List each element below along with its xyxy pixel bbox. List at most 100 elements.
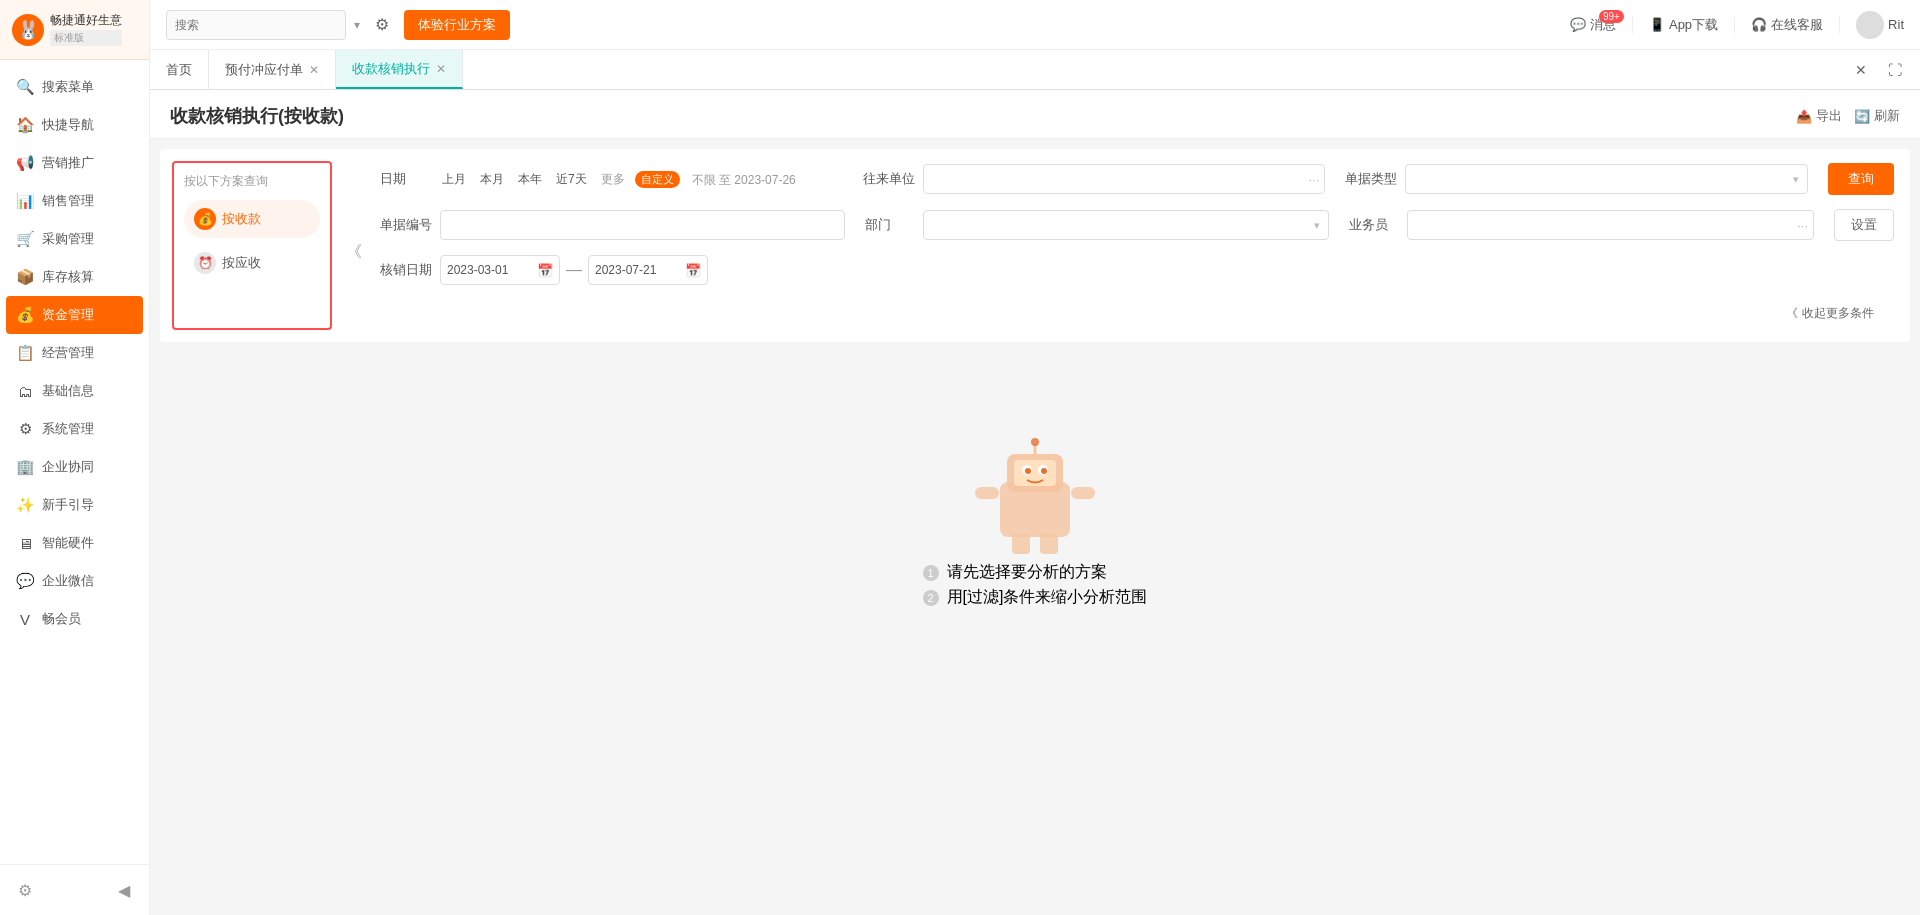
- sidebar-item-operation[interactable]: 📋 经营管理: [0, 334, 149, 372]
- nav-label-guide: 新手引导: [42, 496, 94, 514]
- dept-select[interactable]: ▾: [923, 210, 1330, 240]
- date-this-year-btn[interactable]: 本年: [514, 169, 546, 190]
- nav-icon-guide: ✨: [16, 496, 34, 514]
- header-search-input[interactable]: [166, 10, 346, 40]
- nav-label-enterprise: 企业协同: [42, 458, 94, 476]
- tab-receipt-verify-close[interactable]: ✕: [436, 62, 446, 76]
- page-title-bar: 收款核销执行(按收款) 📤 导出 🔄 刷新: [150, 90, 1920, 139]
- sidebar-item-quick-nav[interactable]: 🏠 快捷导航: [0, 106, 149, 144]
- counterpart-field: 往来单位 ···: [863, 164, 1326, 194]
- online-service-btn[interactable]: 🎧 在线客服: [1751, 16, 1823, 34]
- doc-type-select[interactable]: ▾: [1405, 164, 1808, 194]
- by-receipt-icon: 💰: [194, 208, 216, 230]
- sidebar-item-system[interactable]: ⚙ 系统管理: [0, 410, 149, 448]
- sidebar-nav: 🔍 搜索菜单 🏠 快捷导航 📢 营销推广 📊 销售管理 🛒 采购管理 📦 库存核…: [0, 60, 149, 864]
- sidebar-item-search[interactable]: 🔍 搜索菜单: [0, 68, 149, 106]
- date-shortcuts: 上月 本月 本年 近7天 更多 自定义 不限 至 2023-07-26: [438, 169, 796, 190]
- filter-by-receipt[interactable]: 💰 按收款: [184, 200, 320, 238]
- verify-date-label: 核销日期: [380, 261, 432, 279]
- sidebar-item-enterprise[interactable]: 🏢 企业协同: [0, 448, 149, 486]
- industry-btn[interactable]: 体验行业方案: [404, 10, 510, 40]
- verify-date-end-value: 2023-07-21: [595, 263, 656, 277]
- sidebar-item-marketing[interactable]: 📢 营销推广: [0, 144, 149, 182]
- nav-label-quick-nav: 快捷导航: [42, 116, 94, 134]
- svg-rect-9: [1012, 534, 1030, 554]
- nav-label-finance: 资金管理: [42, 306, 94, 324]
- setting-btn[interactable]: 设置: [1834, 209, 1894, 241]
- staff-input[interactable]: [1407, 210, 1814, 240]
- nav-icon-search: 🔍: [16, 78, 34, 96]
- verify-date-end-input[interactable]: 2023-07-21 📅: [588, 255, 708, 285]
- svg-rect-8: [1071, 487, 1095, 499]
- counterpart-label: 往来单位: [863, 170, 915, 188]
- tab-prepay-close[interactable]: ✕: [309, 63, 319, 77]
- doc-type-field: 单据类型 ▾: [1345, 164, 1808, 194]
- logo-text-group: 畅捷通好生意 标准版: [50, 13, 122, 47]
- nav-icon-hardware: 🖥: [16, 534, 34, 552]
- staff-input-wrap: ···: [1407, 210, 1814, 240]
- counterpart-input[interactable]: [923, 164, 1326, 194]
- nav-label-marketing: 营销推广: [42, 154, 94, 172]
- doc-no-input[interactable]: [440, 210, 845, 240]
- doc-no-field: 单据编号: [380, 210, 845, 240]
- verify-date-field: 核销日期 2023-03-01 📅 — 2023-07-21 📅: [380, 255, 1894, 285]
- user-avatar: [1856, 11, 1884, 39]
- messages-btn[interactable]: 💬 消息 99+: [1570, 16, 1616, 34]
- nav-icon-marketing: 📢: [16, 154, 34, 172]
- date-this-month-btn[interactable]: 本月: [476, 169, 508, 190]
- collapse-sidebar-icon[interactable]: ◀: [109, 875, 139, 905]
- sidebar-item-finance[interactable]: 💰 资金管理: [6, 296, 143, 334]
- export-btn[interactable]: 📤 导出: [1796, 107, 1842, 125]
- empty-num-1: 1: [923, 565, 939, 581]
- header-dropdown-icon[interactable]: ▾: [354, 18, 360, 32]
- user-info[interactable]: Rit: [1856, 11, 1904, 39]
- date-7days-btn[interactable]: 近7天: [552, 169, 591, 190]
- collapse-icon: 《: [1786, 305, 1798, 322]
- tab-prepay-label: 预付冲应付单: [225, 61, 303, 79]
- doc-no-input-wrap: [440, 210, 845, 240]
- date-custom-badge[interactable]: 自定义: [635, 171, 680, 188]
- dept-label: 部门: [865, 216, 915, 234]
- nav-icon-quick-nav: 🏠: [16, 116, 34, 134]
- sidebar-item-basic[interactable]: 🗂 基础信息: [0, 372, 149, 410]
- app-download-icon: 📱: [1649, 17, 1665, 32]
- tab-prepay[interactable]: 预付冲应付单 ✕: [209, 50, 336, 89]
- app-tag: 标准版: [50, 30, 122, 46]
- svg-point-6: [1041, 468, 1047, 474]
- sidebar-item-wechat[interactable]: 💬 企业微信: [0, 562, 149, 600]
- collapse-more-btn[interactable]: 《 收起更多条件: [380, 299, 1894, 328]
- app-download-label: App下载: [1669, 16, 1718, 34]
- online-service-label: 在线客服: [1771, 16, 1823, 34]
- tab-home[interactable]: 首页: [150, 50, 209, 89]
- tab-close-window-icon[interactable]: ✕: [1848, 57, 1874, 83]
- divider1: [1632, 17, 1633, 33]
- messages-badge: 99+: [1599, 10, 1624, 23]
- tab-receipt-verify[interactable]: 收款核销执行 ✕: [336, 50, 463, 89]
- filter-by-receivable[interactable]: ⏰ 按应收: [184, 244, 320, 282]
- refresh-btn[interactable]: 🔄 刷新: [1854, 107, 1900, 125]
- settings-gear-icon[interactable]: ⚙: [368, 11, 396, 39]
- sidebar-item-member[interactable]: V 畅会员: [0, 600, 149, 638]
- nav-icon-member: V: [16, 610, 34, 628]
- verify-date-start-input[interactable]: 2023-03-01 📅: [440, 255, 560, 285]
- filter-panel-title: 按以下方案查询: [184, 173, 320, 190]
- sidebar-item-inventory[interactable]: 📦 库存核算: [0, 258, 149, 296]
- sidebar-item-sales[interactable]: 📊 销售管理: [0, 182, 149, 220]
- query-btn[interactable]: 查询: [1828, 163, 1894, 195]
- sidebar-item-guide[interactable]: ✨ 新手引导: [0, 486, 149, 524]
- sidebar-item-hardware[interactable]: 🖥 智能硬件: [0, 524, 149, 562]
- filter-row-3: 核销日期 2023-03-01 📅 — 2023-07-21 📅: [380, 255, 1894, 285]
- date-more-btn[interactable]: 更多: [597, 169, 629, 190]
- sidebar-item-purchase[interactable]: 🛒 采购管理: [0, 220, 149, 258]
- tab-maximize-icon[interactable]: ⛶: [1882, 57, 1908, 83]
- svg-point-12: [1031, 438, 1039, 446]
- date-last-month-btn[interactable]: 上月: [438, 169, 470, 190]
- app-download-btn[interactable]: 📱 App下载: [1649, 16, 1718, 34]
- counterpart-input-wrap: ···: [923, 164, 1326, 194]
- nav-label-member: 畅会员: [42, 610, 81, 628]
- dept-field: 部门 ▾: [865, 210, 1330, 240]
- counterpart-suffix-icon: ···: [1309, 172, 1320, 187]
- tab-receipt-verify-label: 收款核销执行: [352, 60, 430, 78]
- filter-collapse-btn[interactable]: 《: [344, 163, 364, 342]
- settings-icon[interactable]: ⚙: [10, 875, 40, 905]
